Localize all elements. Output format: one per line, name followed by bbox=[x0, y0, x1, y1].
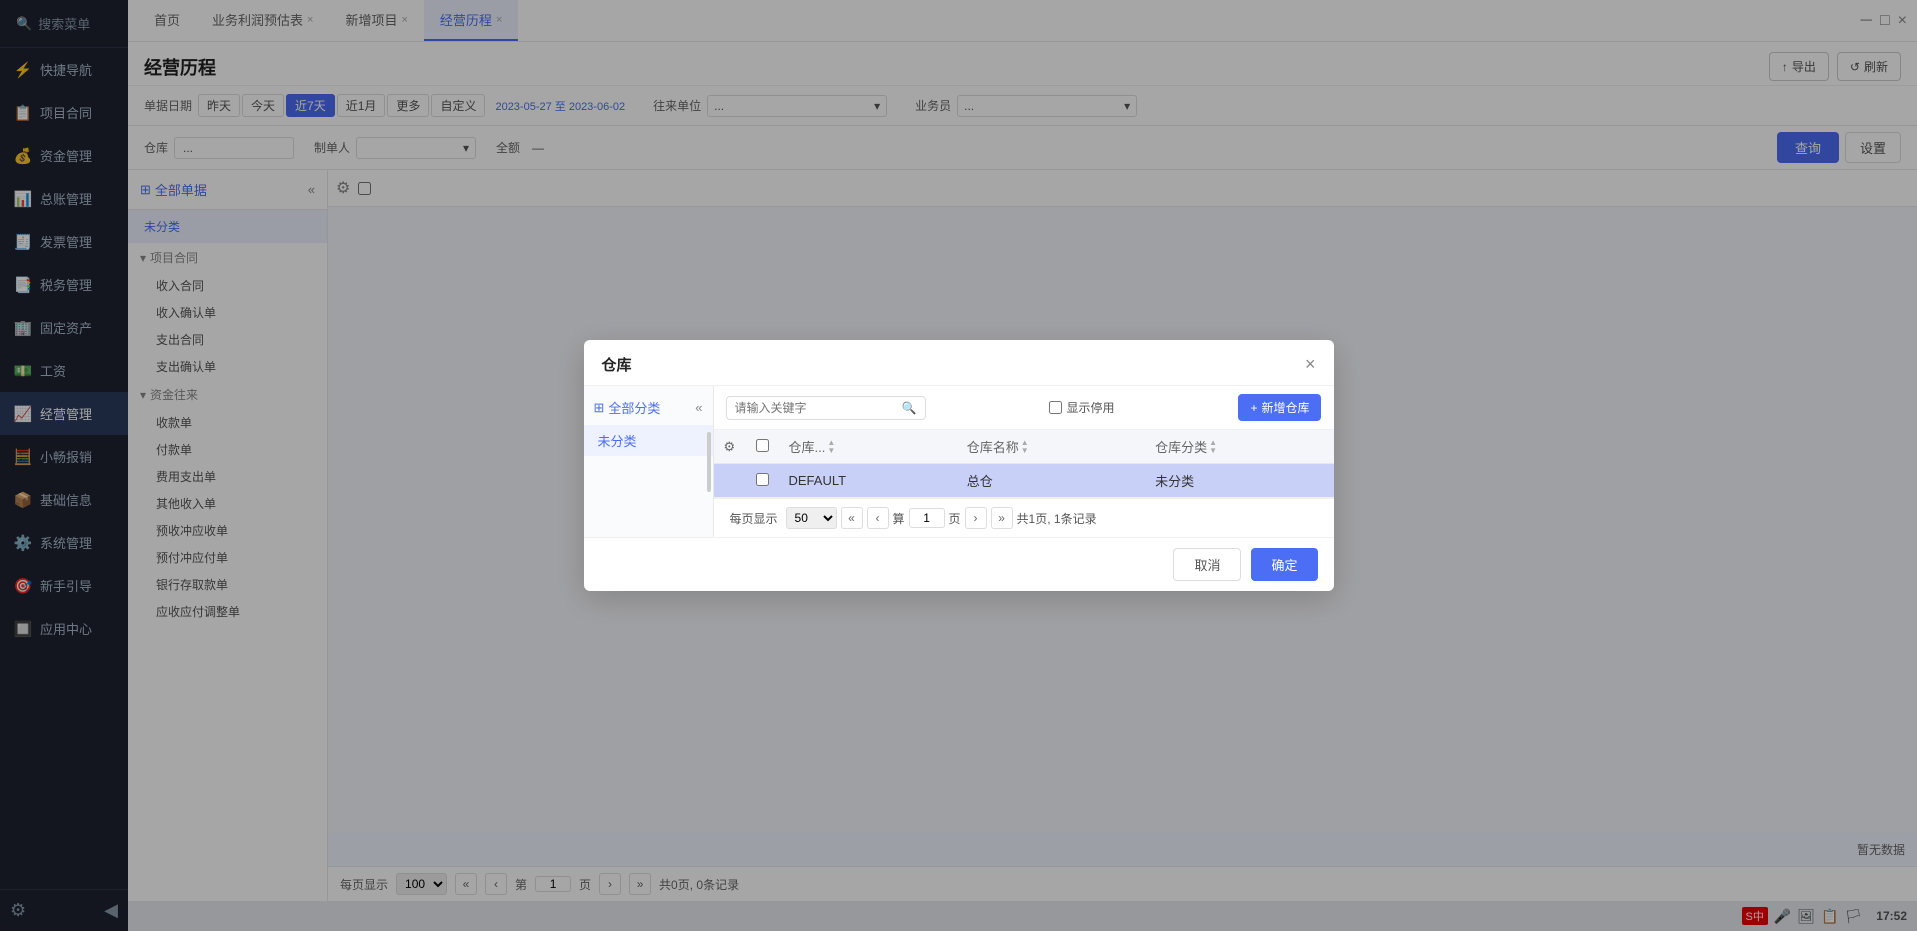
modal-search-input[interactable] bbox=[735, 401, 898, 415]
modal-sidebar-collapse-btn[interactable]: « bbox=[695, 400, 702, 415]
modal-sidebar-uncategorized[interactable]: 未分类 bbox=[584, 425, 713, 456]
modal-sidebar-grid-icon: ⊞ bbox=[594, 400, 605, 416]
plus-icon: + bbox=[1250, 401, 1257, 415]
row-check[interactable] bbox=[746, 464, 779, 498]
modal-body: ⊞ 全部分类 « 未分类 🔍 bbox=[584, 386, 1334, 537]
row-settings bbox=[714, 464, 746, 498]
cancel-button[interactable]: 取消 bbox=[1173, 548, 1241, 581]
col-header-category[interactable]: 仓库分类 ▲▼ bbox=[1145, 430, 1333, 464]
col-header-check[interactable] bbox=[746, 430, 779, 464]
modal-last-page-btn[interactable]: » bbox=[991, 507, 1013, 529]
row-checkbox[interactable] bbox=[756, 473, 769, 486]
modal-close-button[interactable]: × bbox=[1305, 354, 1316, 375]
row-code: DEFAULT bbox=[779, 464, 957, 498]
modal-toolbar: 🔍 显示停用 + 新增仓库 bbox=[714, 386, 1334, 430]
table-row[interactable]: DEFAULT 总仓 未分类 bbox=[714, 464, 1334, 498]
col-category-label: 仓库分类 bbox=[1155, 437, 1207, 456]
modal-sidebar: ⊞ 全部分类 « 未分类 bbox=[584, 386, 714, 537]
modal-next-page-btn[interactable]: › bbox=[965, 507, 987, 529]
modal-page-label: 算 bbox=[893, 510, 905, 527]
col-name-sort-icon: ▲▼ bbox=[1021, 439, 1029, 455]
modal-per-page-select[interactable]: 50 20 100 bbox=[786, 507, 837, 529]
pagination-controls: 每页显示 50 20 100 « ‹ 算 页 › » 共1页, 1条记 bbox=[730, 507, 1097, 529]
add-warehouse-label: 新增仓库 bbox=[1261, 399, 1309, 416]
modal-title: 仓库 bbox=[602, 354, 632, 375]
modal-first-page-btn[interactable]: « bbox=[841, 507, 863, 529]
col-category-sort-icon: ▲▼ bbox=[1209, 439, 1217, 455]
show-disabled-text: 显示停用 bbox=[1066, 399, 1114, 416]
add-warehouse-button[interactable]: + 新增仓库 bbox=[1238, 394, 1321, 421]
modal-page-unit: 页 bbox=[949, 510, 961, 527]
modal-sidebar-scrollbar bbox=[707, 432, 711, 492]
show-disabled-checkbox[interactable] bbox=[1049, 401, 1062, 414]
row-category: 未分类 bbox=[1145, 464, 1333, 498]
modal-total-info: 共1页, 1条记录 bbox=[1017, 510, 1097, 527]
modal-sidebar-title: ⊞ 全部分类 bbox=[594, 398, 661, 417]
modal-actions: 取消 确定 bbox=[584, 537, 1334, 591]
col-header-name[interactable]: 仓库名称 ▲▼ bbox=[957, 430, 1145, 464]
modal-main: 🔍 显示停用 + 新增仓库 bbox=[714, 386, 1334, 537]
col-code-label: 仓库... bbox=[789, 437, 826, 456]
col-header-code[interactable]: 仓库... ▲▼ bbox=[779, 430, 957, 464]
modal-page-input[interactable] bbox=[909, 508, 945, 528]
modal-sidebar-header: ⊞ 全部分类 « bbox=[584, 394, 713, 425]
modal-prev-page-btn[interactable]: ‹ bbox=[867, 507, 889, 529]
col-code-sort-icon: ▲▼ bbox=[827, 439, 835, 455]
modal-show-disabled-label[interactable]: 显示停用 bbox=[1049, 399, 1114, 416]
settings-icon: ⚙ bbox=[724, 439, 736, 454]
confirm-button[interactable]: 确定 bbox=[1251, 548, 1317, 581]
modal-sidebar-title-text: 全部分类 bbox=[608, 398, 660, 417]
modal-sidebar-uncategorized-label: 未分类 bbox=[598, 434, 637, 449]
modal-table: ⚙ 仓库... ▲▼ bbox=[714, 430, 1334, 498]
modal-pagination: 每页显示 50 20 100 « ‹ 算 页 › » 共1页, 1条记 bbox=[714, 498, 1334, 537]
modal-search-box: 🔍 bbox=[726, 396, 926, 420]
per-page-label: 每页显示 bbox=[730, 510, 778, 527]
modal-search-icon: 🔍 bbox=[902, 401, 917, 415]
select-all-checkbox[interactable] bbox=[756, 439, 769, 452]
col-header-settings[interactable]: ⚙ bbox=[714, 430, 746, 464]
modal-overlay: 仓库 × ⊞ 全部分类 « 未分类 bbox=[0, 0, 1917, 931]
warehouse-modal: 仓库 × ⊞ 全部分类 « 未分类 bbox=[584, 340, 1334, 591]
col-name-label: 仓库名称 bbox=[967, 437, 1019, 456]
row-name: 总仓 bbox=[957, 464, 1145, 498]
modal-header: 仓库 × bbox=[584, 340, 1334, 386]
